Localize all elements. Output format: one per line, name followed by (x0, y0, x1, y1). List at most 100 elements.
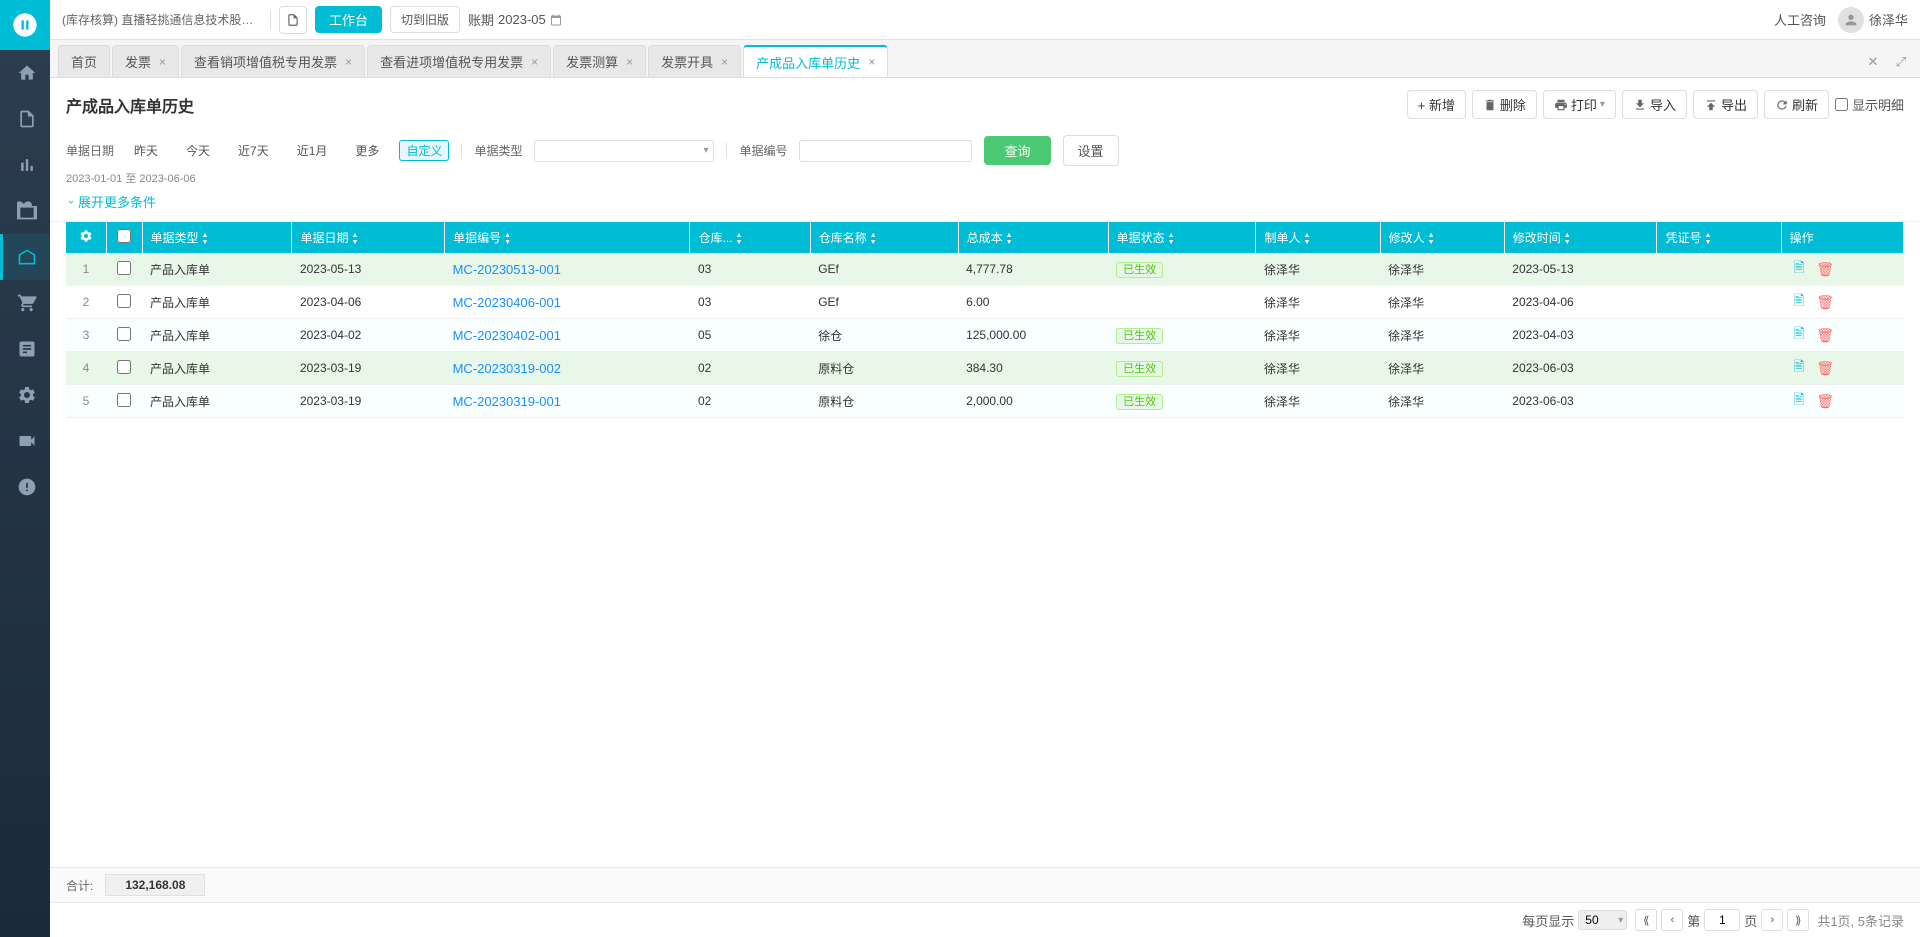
tab-close-invoice[interactable]: × (159, 55, 166, 69)
tab-invoice[interactable]: 发票 × (112, 45, 179, 77)
th-date[interactable]: 单据日期▲▼ (292, 222, 445, 253)
page-first-btn[interactable]: ⟪ (1635, 909, 1657, 931)
sidebar-item-reports[interactable] (0, 326, 50, 372)
expand-btn[interactable]: 展开更多条件 (66, 190, 1904, 213)
show-detail-check[interactable]: 显示明细 (1835, 95, 1904, 114)
main-area: (库存核算) 直播轻挑通信息技术股份... 工作台 切到旧版 账期 2023-0… (50, 0, 1920, 937)
filter-yesterday-btn[interactable]: 昨天 (126, 140, 166, 161)
delete-icon[interactable]: 🗑 (1815, 358, 1835, 378)
doc-icon-btn[interactable] (279, 6, 307, 34)
th-type[interactable]: 单据类型▲▼ (142, 222, 292, 253)
show-detail-checkbox[interactable] (1835, 98, 1848, 111)
sidebar-item-settings[interactable] (0, 372, 50, 418)
row-checkbox[interactable] (117, 327, 131, 341)
delete-button[interactable]: 删除 (1472, 90, 1537, 119)
query-button[interactable]: 查询 (984, 136, 1050, 165)
page-size-select[interactable]: 20 50 100 (1578, 910, 1627, 930)
tab-expand-btn[interactable]: ⤢ (1890, 51, 1912, 73)
workbench-button[interactable]: 工作台 (315, 6, 382, 33)
page-last-btn[interactable]: ⟫ (1787, 909, 1809, 931)
export-button[interactable]: 导出 (1693, 90, 1758, 119)
th-modify-time[interactable]: 修改时间▲▼ (1504, 222, 1657, 253)
th-status[interactable]: 单据状态▲▼ (1108, 222, 1256, 253)
import-button[interactable]: 导入 (1622, 90, 1687, 119)
cell-creator: 徐泽华 (1256, 385, 1380, 418)
type-select[interactable] (534, 140, 714, 162)
cell-voucher (1657, 319, 1781, 352)
cell-number-link[interactable]: MC-20230406-001 (453, 295, 561, 310)
tab-invoice-open[interactable]: 发票开具 × (648, 45, 741, 77)
cell-modifier: 徐泽华 (1380, 352, 1504, 385)
set-button[interactable]: 设置 (1063, 135, 1119, 166)
sidebar-item-extra[interactable] (0, 464, 50, 510)
th-modifier[interactable]: 修改人▲▼ (1380, 222, 1504, 253)
history-button[interactable]: 切到旧版 (390, 6, 460, 33)
edit-icon[interactable]: 🖹 (1789, 292, 1809, 312)
row-checkbox[interactable] (117, 360, 131, 374)
th-wh-code[interactable]: 仓库...▲▼ (690, 222, 810, 253)
cell-checkbox[interactable] (106, 319, 142, 352)
th-cost[interactable]: 总成本▲▼ (958, 222, 1108, 253)
page-input[interactable] (1704, 909, 1740, 931)
cell-number-link[interactable]: MC-20230402-001 (453, 328, 561, 343)
cell-checkbox[interactable] (106, 286, 142, 319)
tab-close-product-history[interactable]: × (868, 55, 875, 69)
tab-close-sales-vat[interactable]: × (345, 55, 352, 69)
edit-icon[interactable]: 🖹 (1789, 325, 1809, 345)
sidebar-item-document[interactable] (0, 96, 50, 142)
th-creator[interactable]: 制单人▲▼ (1256, 222, 1380, 253)
cell-checkbox[interactable] (106, 253, 142, 286)
cell-status (1108, 286, 1256, 319)
th-action: 操作 (1781, 222, 1903, 253)
edit-icon[interactable]: 🖹 (1789, 391, 1809, 411)
sidebar-item-purchase[interactable] (0, 280, 50, 326)
number-input[interactable] (799, 140, 972, 162)
th-wh-name[interactable]: 仓库名称▲▼ (810, 222, 958, 253)
tab-close-all-btn[interactable]: ✕ (1862, 51, 1884, 73)
filter-today-btn[interactable]: 今天 (178, 140, 218, 161)
filter-custom-btn[interactable]: 自定义 (399, 140, 449, 161)
filter-1month-btn[interactable]: 近1月 (289, 140, 336, 161)
tab-sales-vat[interactable]: 查看销项增值税专用发票 × (181, 45, 365, 77)
tab-close-input-vat[interactable]: × (531, 55, 538, 69)
delete-icon[interactable]: 🗑 (1815, 259, 1835, 279)
delete-icon[interactable]: 🗑 (1815, 325, 1835, 345)
row-checkbox[interactable] (117, 393, 131, 407)
sidebar-item-inventory[interactable] (0, 188, 50, 234)
cell-checkbox[interactable] (106, 352, 142, 385)
delete-icon[interactable]: 🗑 (1815, 391, 1835, 411)
page-size-wrap: 每页显示 20 50 100 ▾ (1522, 910, 1627, 930)
new-button[interactable]: + 新增 (1407, 90, 1466, 119)
tab-product-history[interactable]: 产成品入库单历史 × (743, 45, 888, 77)
th-checkbox[interactable] (106, 222, 142, 253)
row-checkbox[interactable] (117, 294, 131, 308)
refresh-button[interactable]: 刷新 (1764, 90, 1829, 119)
page-prev-btn[interactable]: ‹ (1661, 909, 1683, 931)
th-number[interactable]: 单据编号▲▼ (445, 222, 690, 253)
cell-number-link[interactable]: MC-20230319-002 (453, 361, 561, 376)
cell-number-link[interactable]: MC-20230513-001 (453, 262, 561, 277)
th-settings[interactable] (66, 222, 106, 253)
sidebar-item-chart[interactable] (0, 142, 50, 188)
delete-icon[interactable]: 🗑 (1815, 292, 1835, 312)
th-voucher[interactable]: 凭证号▲▼ (1657, 222, 1781, 253)
cell-checkbox[interactable] (106, 385, 142, 418)
cell-number-link[interactable]: MC-20230319-001 (453, 394, 561, 409)
tab-close-invoice-calc[interactable]: × (626, 55, 633, 69)
sidebar-item-home[interactable] (0, 50, 50, 96)
edit-icon[interactable]: 🖹 (1789, 259, 1809, 279)
filter-7days-btn[interactable]: 近7天 (230, 140, 277, 161)
tab-invoice-calc[interactable]: 发票测算 × (553, 45, 646, 77)
select-all-checkbox[interactable] (117, 229, 131, 243)
date-range-display: 2023-01-01 至 2023-06-06 (66, 173, 196, 185)
print-button[interactable]: 打印 ▾ (1543, 90, 1616, 119)
page-next-btn[interactable]: › (1761, 909, 1783, 931)
edit-icon[interactable]: 🖹 (1789, 358, 1809, 378)
sidebar-item-video[interactable] (0, 418, 50, 464)
tab-close-invoice-open[interactable]: × (721, 55, 728, 69)
filter-more-btn[interactable]: 更多 (347, 140, 387, 161)
tab-input-vat[interactable]: 查看进项增值税专用发票 × (367, 45, 551, 77)
row-checkbox[interactable] (117, 261, 131, 275)
sidebar-item-warehouse[interactable] (0, 234, 50, 280)
tab-home[interactable]: 首页 (58, 45, 110, 77)
